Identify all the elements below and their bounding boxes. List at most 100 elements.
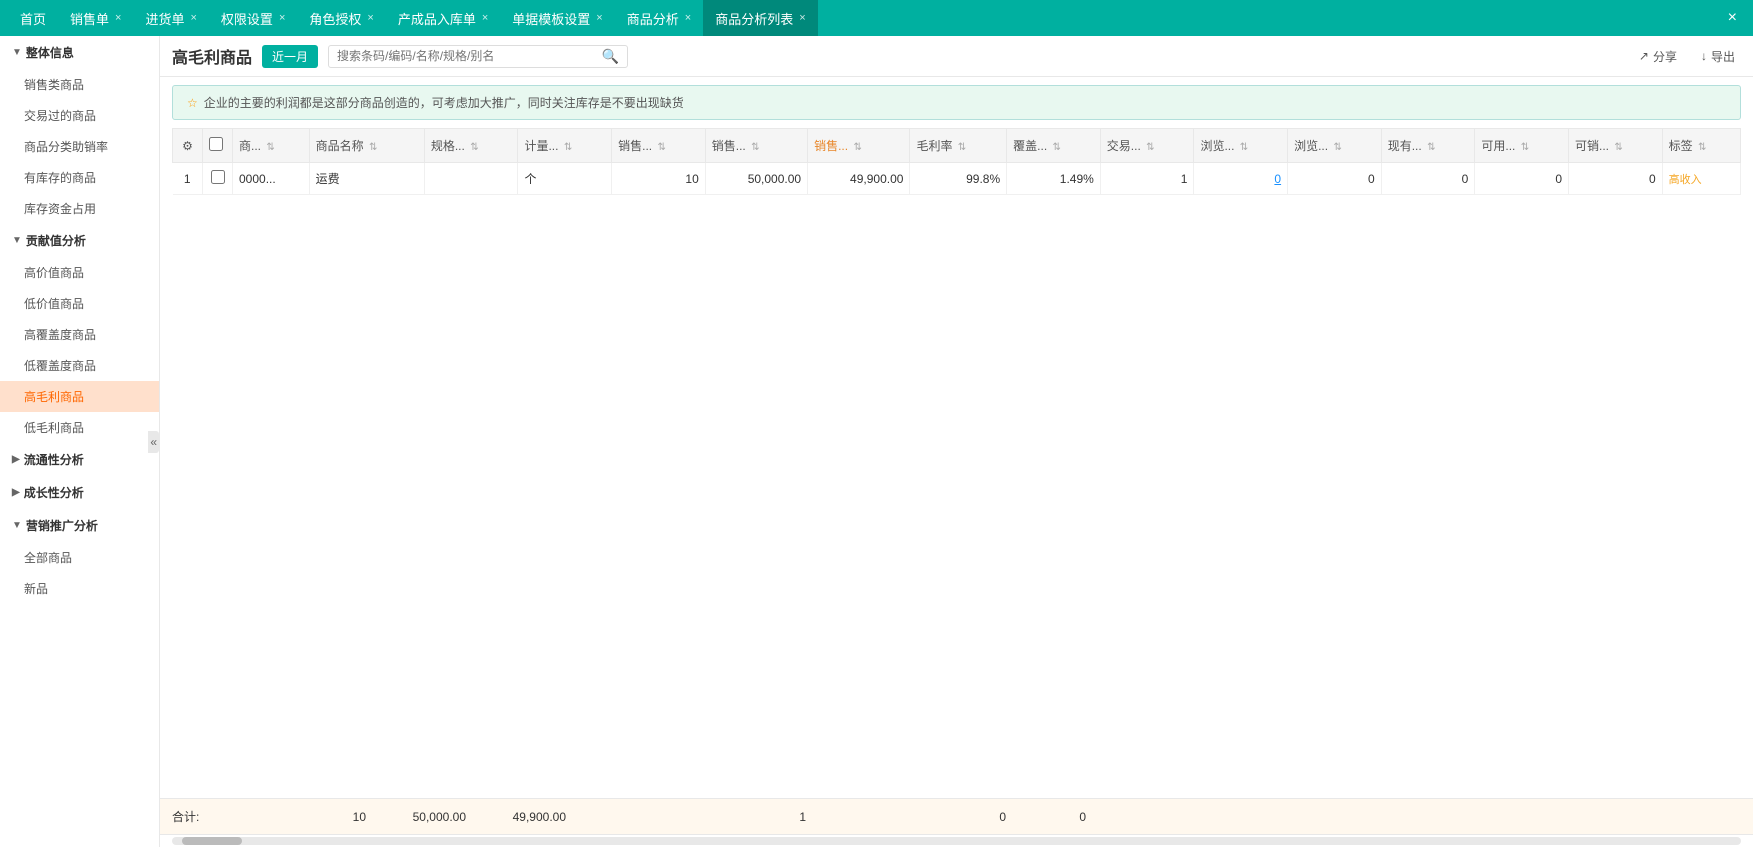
- sidebar-section-liquidity-label: 流通性分析: [24, 451, 84, 468]
- sidebar-item-low-value[interactable]: 低价值商品: [0, 288, 159, 319]
- footer-spacer1: [572, 810, 672, 824]
- nav-home[interactable]: 首页: [8, 0, 58, 36]
- sort-icon-view2: ⇅: [1333, 142, 1341, 153]
- col-coverage[interactable]: 覆盖... ⇅: [1007, 129, 1101, 163]
- sidebar-item-low-coverage[interactable]: 低覆盖度商品: [0, 350, 159, 381]
- col-unit[interactable]: 计量... ⇅: [518, 129, 612, 163]
- row-trade: 1: [1100, 163, 1194, 195]
- sidebar: ▼ 整体信息 销售类商品 交易过的商品 商品分类助销率 有库存的商品 库存资金占…: [0, 36, 160, 847]
- row-index: 1: [173, 163, 203, 195]
- nav-roles[interactable]: 角色授权 ×: [297, 0, 385, 36]
- nav-roles-close[interactable]: ×: [367, 12, 373, 24]
- sidebar-item-low-margin[interactable]: 低毛利商品: [0, 412, 159, 443]
- time-filter-button[interactable]: 近一月: [262, 45, 318, 68]
- sidebar-item-all-goods[interactable]: 全部商品: [0, 542, 159, 573]
- sidebar-section-overall-arrow: ▼: [12, 47, 22, 58]
- sidebar-item-new-goods[interactable]: 新品: [0, 573, 159, 604]
- col-settings[interactable]: ⚙: [173, 129, 203, 163]
- nav-permissions-close[interactable]: ×: [279, 12, 285, 24]
- col-sales-profit[interactable]: 销售... ⇅: [808, 129, 910, 163]
- sidebar-item-high-margin[interactable]: 高毛利商品: [0, 381, 159, 412]
- nav-analysis-list-close[interactable]: ×: [799, 12, 805, 24]
- col-available[interactable]: 可用... ⇅: [1475, 129, 1569, 163]
- select-all-checkbox[interactable]: [209, 137, 223, 151]
- row-coverage: 1.49%: [1007, 163, 1101, 195]
- bottom-scrollbar[interactable]: [160, 834, 1753, 847]
- nav-permissions-label: 权限设置: [221, 9, 273, 28]
- col-checkbox[interactable]: [203, 129, 233, 163]
- sort-icon-unit: ⇅: [564, 142, 572, 153]
- sidebar-item-stock-capital[interactable]: 库存资金占用: [0, 193, 159, 224]
- row-view1[interactable]: 0: [1194, 163, 1288, 195]
- total-label: 合计:: [172, 808, 292, 825]
- col-view1[interactable]: 浏览... ⇅: [1194, 129, 1288, 163]
- col-code[interactable]: 商... ⇅: [233, 129, 310, 163]
- row-checkbox[interactable]: [203, 163, 233, 195]
- nav-purchase-close[interactable]: ×: [190, 12, 196, 24]
- nav-product-entry[interactable]: 产成品入库单 ×: [386, 0, 500, 36]
- nav-sales[interactable]: 销售单 ×: [58, 0, 133, 36]
- sidebar-item-in-stock[interactable]: 有库存的商品: [0, 162, 159, 193]
- row-unit: 个: [518, 163, 612, 195]
- nav-permissions[interactable]: 权限设置 ×: [209, 0, 297, 36]
- sidebar-section-marketing[interactable]: ▼ 营销推广分析: [0, 509, 159, 542]
- nav-template[interactable]: 单据模板设置 ×: [500, 0, 614, 36]
- row-name: 运费: [309, 163, 424, 195]
- col-saleable[interactable]: 可销... ⇅: [1569, 129, 1663, 163]
- nav-analysis-list[interactable]: 商品分析列表 ×: [703, 0, 817, 36]
- sidebar-section-liquidity[interactable]: ▶ 流通性分析: [0, 443, 159, 476]
- col-spec[interactable]: 规格... ⇅: [424, 129, 518, 163]
- sidebar-item-sales-goods[interactable]: 销售类商品: [0, 69, 159, 100]
- row-spec: [424, 163, 518, 195]
- footer-trade: 1: [752, 810, 812, 824]
- export-icon: ↓: [1701, 49, 1707, 63]
- sidebar-section-overall[interactable]: ▼ 整体信息: [0, 36, 159, 69]
- row-select-checkbox[interactable]: [211, 170, 225, 184]
- col-gross-rate[interactable]: 毛利率 ⇅: [910, 129, 1007, 163]
- col-sales-amount[interactable]: 销售... ⇅: [705, 129, 807, 163]
- sidebar-item-traded-goods[interactable]: 交易过的商品: [0, 100, 159, 131]
- share-icon: ↗: [1639, 49, 1649, 63]
- table-container[interactable]: ⚙ 商... ⇅ 商品名称 ⇅ 规格... ⇅: [160, 128, 1753, 798]
- sidebar-section-contribution-arrow: ▼: [12, 235, 22, 246]
- footer-total: 合计: 10 50,000.00 49,900.00 1 0 0: [160, 798, 1753, 834]
- nav-analysis-label: 商品分析: [627, 9, 679, 28]
- sidebar-section-marketing-arrow: ▼: [12, 520, 22, 531]
- export-button[interactable]: ↓ 导出: [1695, 45, 1741, 68]
- row-sales-amount: 50,000.00: [705, 163, 807, 195]
- sort-icon-tag: ⇅: [1698, 142, 1706, 153]
- sidebar-section-contribution[interactable]: ▼ 贡献值分析: [0, 224, 159, 257]
- search-icon[interactable]: 🔍: [602, 48, 619, 65]
- col-sales-qty[interactable]: 销售... ⇅: [612, 129, 706, 163]
- nav-sales-close[interactable]: ×: [115, 12, 121, 24]
- search-box: 🔍: [328, 45, 628, 68]
- sort-icon-sales-profit: ⇅: [853, 142, 861, 153]
- nav-product-entry-close[interactable]: ×: [482, 12, 488, 24]
- col-current-stock[interactable]: 现有... ⇅: [1381, 129, 1475, 163]
- nav-purchase[interactable]: 进货单 ×: [133, 0, 208, 36]
- col-tag[interactable]: 标签 ⇅: [1662, 129, 1740, 163]
- window-close-button[interactable]: ×: [1720, 9, 1745, 27]
- sidebar-item-high-coverage[interactable]: 高覆盖度商品: [0, 319, 159, 350]
- sidebar-section-marketing-label: 营销推广分析: [26, 517, 98, 534]
- footer-sales-amount: 50,000.00: [372, 810, 472, 824]
- info-icon: ☆: [187, 96, 198, 110]
- row-tag: 高收入: [1662, 163, 1740, 195]
- sidebar-item-category-rate[interactable]: 商品分类助销率: [0, 131, 159, 162]
- sidebar-item-high-value[interactable]: 高价值商品: [0, 257, 159, 288]
- share-button[interactable]: ↗ 分享: [1633, 45, 1683, 68]
- nav-purchase-label: 进货单: [145, 9, 184, 28]
- table-row: 1 0000... 运费 个 10 50,000.00 49,900.00 99…: [173, 163, 1741, 195]
- footer-spacer4: [872, 810, 932, 824]
- col-view2[interactable]: 浏览... ⇅: [1288, 129, 1382, 163]
- nav-analysis[interactable]: 商品分析 ×: [615, 0, 703, 36]
- col-name[interactable]: 商品名称 ⇅: [309, 129, 424, 163]
- sidebar-section-growth[interactable]: ▶ 成长性分析: [0, 476, 159, 509]
- nav-home-label: 首页: [20, 9, 46, 28]
- nav-template-close[interactable]: ×: [596, 12, 602, 24]
- nav-analysis-close[interactable]: ×: [685, 12, 691, 24]
- sort-icon-gross-rate: ⇅: [958, 142, 966, 153]
- sidebar-collapse-button[interactable]: «: [148, 431, 159, 453]
- search-input[interactable]: [337, 49, 602, 63]
- col-trade[interactable]: 交易... ⇅: [1100, 129, 1194, 163]
